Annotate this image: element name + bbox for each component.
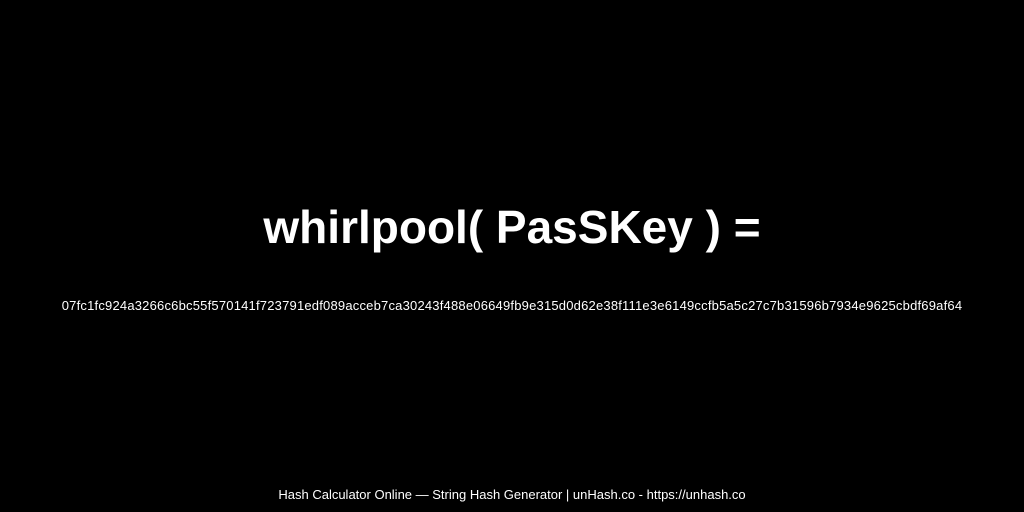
hash-output-value: 07fc1fc924a3266c6bc55f570141f723791edf08…: [62, 298, 963, 313]
hash-expression-heading: whirlpool( PasSKey ) =: [263, 200, 760, 254]
main-content: whirlpool( PasSKey ) = 07fc1fc924a3266c6…: [0, 0, 1024, 512]
footer-attribution: Hash Calculator Online — String Hash Gen…: [0, 487, 1024, 502]
